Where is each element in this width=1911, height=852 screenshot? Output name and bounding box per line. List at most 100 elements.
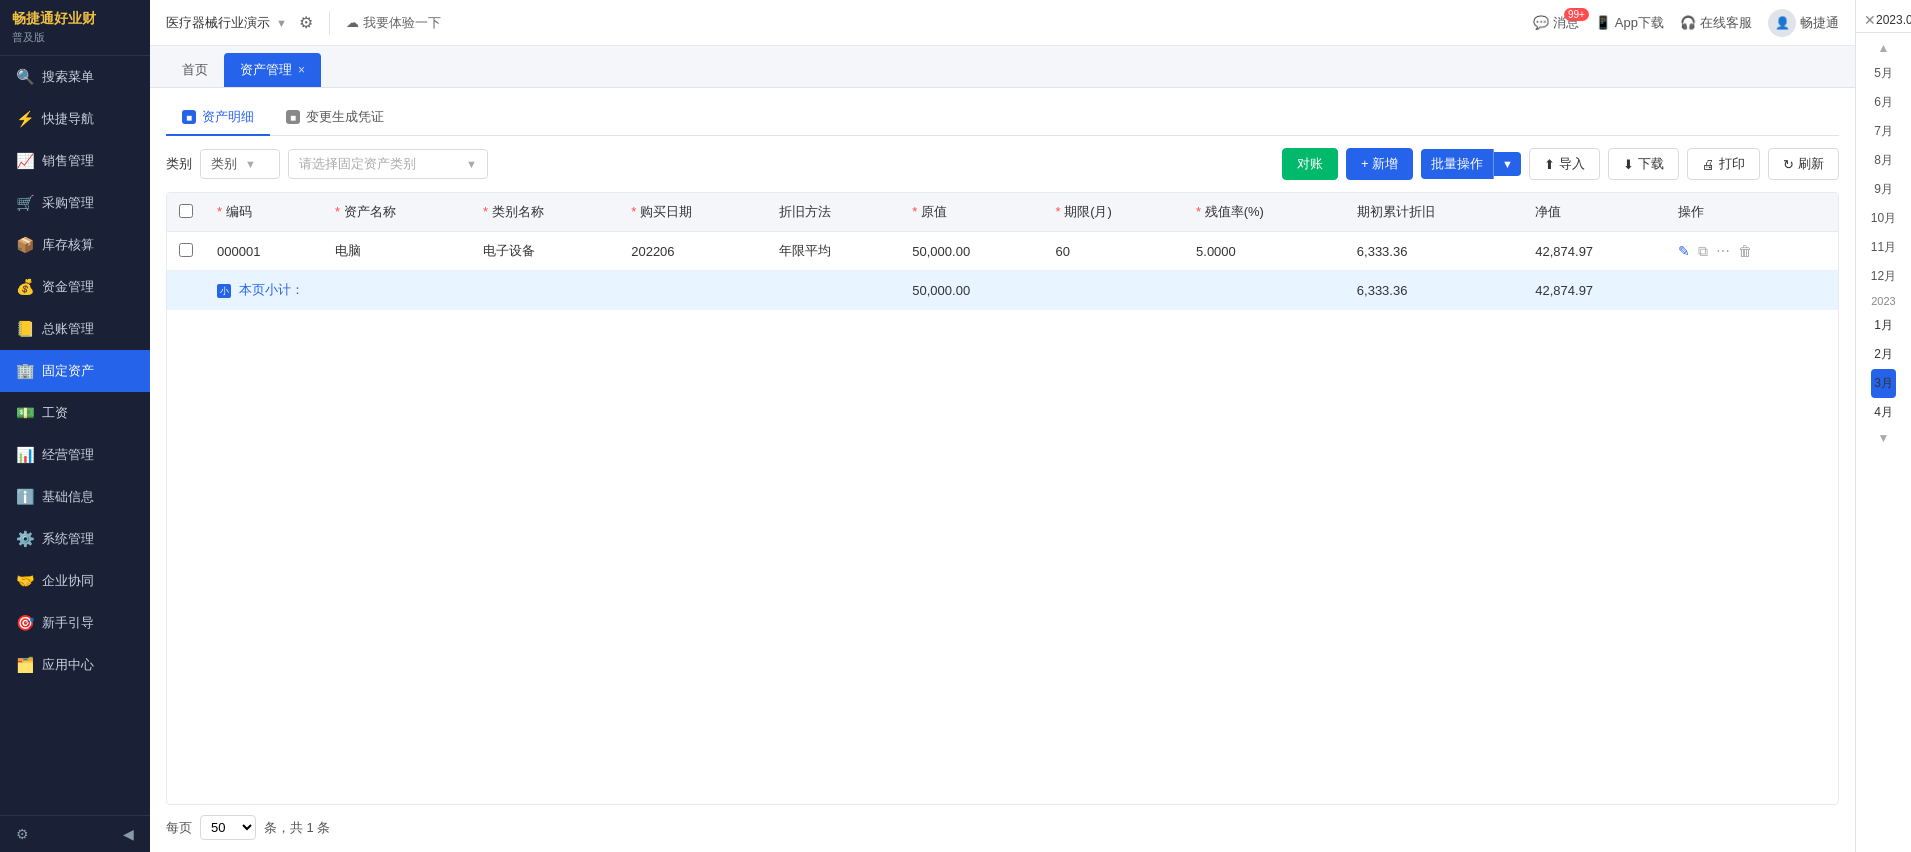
td-subtotal-period bbox=[1043, 271, 1184, 310]
company-selector[interactable]: 医疗器械行业演示 ▼ bbox=[166, 14, 287, 32]
month-item[interactable]: 5月 bbox=[1871, 59, 1896, 88]
sidebar-icon-ledger: 📒 bbox=[16, 320, 34, 338]
month-item[interactable]: 6月 bbox=[1871, 88, 1896, 117]
messages-btn[interactable]: 💬 消息 99+ bbox=[1533, 14, 1579, 32]
sidebar-label-system: 系统管理 bbox=[42, 530, 94, 548]
batch-btn-arrow[interactable]: ▼ bbox=[1494, 152, 1521, 176]
sidebar-item-fixed-assets[interactable]: 🏢固定资产 bbox=[0, 350, 150, 392]
sidebar-item-guide[interactable]: 🎯新手引导 bbox=[0, 602, 150, 644]
app-download-label: App下载 bbox=[1615, 14, 1664, 32]
new-btn[interactable]: + 新增 bbox=[1346, 148, 1413, 180]
reconcile-btn[interactable]: 对账 bbox=[1282, 148, 1338, 180]
sidebar-icon-guide: 🎯 bbox=[16, 614, 34, 632]
month-item[interactable]: 3月 bbox=[1871, 369, 1896, 398]
print-btn[interactable]: 🖨 打印 bbox=[1687, 148, 1760, 180]
experience-btn[interactable]: ☁ 我要体验一下 bbox=[346, 14, 441, 32]
sidebar-item-search[interactable]: 🔍搜索菜单 bbox=[0, 56, 150, 98]
edit-btn[interactable]: ✎ bbox=[1678, 243, 1690, 260]
month-item[interactable]: 8月 bbox=[1871, 146, 1896, 175]
experience-text: 我要体验一下 bbox=[363, 14, 441, 32]
tab-close-icon[interactable]: × bbox=[298, 63, 305, 77]
import-btn[interactable]: ⬆ 导入 bbox=[1529, 148, 1600, 180]
topbar: 医疗器械行业演示 ▼ ⚙ ☁ 我要体验一下 💬 消息 99+ 📱 App下载 🎧… bbox=[150, 0, 1855, 46]
month-item[interactable]: 1月 bbox=[1871, 311, 1896, 340]
sidebar-item-inventory[interactable]: 📦库存核算 bbox=[0, 224, 150, 266]
sidebar-label-enterprise: 企业协同 bbox=[42, 572, 94, 590]
right-panel-close-icon[interactable]: ✕ bbox=[1864, 12, 1876, 28]
settings-gear-icon[interactable]: ⚙ bbox=[299, 13, 313, 32]
subtab-change-voucher[interactable]: ■ 变更生成凭证 bbox=[270, 100, 400, 136]
scroll-up-btn[interactable]: ▲ bbox=[1856, 37, 1911, 59]
sidebar-item-system[interactable]: ⚙️系统管理 bbox=[0, 518, 150, 560]
month-item[interactable]: 11月 bbox=[1871, 233, 1896, 262]
category-select[interactable]: 类别 ▼ bbox=[200, 149, 280, 179]
table-row: 000001 电脑 电子设备 202206 年限平均 50,000.00 60 … bbox=[167, 232, 1838, 271]
scroll-down-btn[interactable]: ▼ bbox=[1856, 427, 1911, 449]
sidebar-item-enterprise[interactable]: 🤝企业协同 bbox=[0, 560, 150, 602]
sidebar-label-fixed-assets: 固定资产 bbox=[42, 362, 94, 380]
company-name: 医疗器械行业演示 bbox=[166, 14, 270, 32]
right-panel-header: ✕ 2023.03 ⤢ bbox=[1856, 8, 1911, 33]
th-checkbox bbox=[167, 193, 205, 232]
month-item[interactable]: 9月 bbox=[1871, 175, 1896, 204]
import-icon: ⬆ bbox=[1544, 157, 1555, 172]
app-logo-title: 畅捷通好业财 bbox=[12, 10, 96, 28]
sidebar-icon-basic-info: ℹ️ bbox=[16, 488, 34, 506]
more-btn[interactable]: ⋯ bbox=[1716, 243, 1730, 260]
tab-home[interactable]: 首页 bbox=[166, 53, 224, 87]
download-btn[interactable]: ⬇ 下载 bbox=[1608, 148, 1679, 180]
subtab-asset-detail[interactable]: ■ 资产明细 bbox=[166, 100, 270, 136]
sidebar-item-quick-nav[interactable]: ⚡快捷导航 bbox=[0, 98, 150, 140]
sidebar-item-basic-info[interactable]: ℹ️基础信息 bbox=[0, 476, 150, 518]
td-subtotal-checkbox bbox=[167, 271, 205, 310]
user-profile-btn[interactable]: 👤 畅捷通 bbox=[1768, 9, 1839, 37]
month-item[interactable]: 7月 bbox=[1871, 117, 1896, 146]
tab-asset-mgmt-label: 资产管理 bbox=[240, 61, 292, 79]
refresh-btn[interactable]: ↻ 刷新 bbox=[1768, 148, 1839, 180]
sidebar-item-operations[interactable]: 📊 经营管理 bbox=[0, 434, 150, 476]
collapse-icon[interactable]: ◀ bbox=[123, 826, 134, 842]
sidebar-item-fund[interactable]: 💰资金管理 bbox=[0, 266, 150, 308]
sidebar-label-inventory: 库存核算 bbox=[42, 236, 94, 254]
td-checkbox bbox=[167, 232, 205, 271]
message-icon: 💬 bbox=[1533, 15, 1549, 30]
sidebar-icon-operations: 📊 bbox=[16, 446, 34, 464]
user-label: 畅捷通 bbox=[1800, 14, 1839, 32]
row-checkbox[interactable] bbox=[179, 243, 193, 257]
sidebar-icon-purchase: 🛒 bbox=[16, 194, 34, 212]
th-net-value: 净值 bbox=[1523, 193, 1666, 232]
settings-icon[interactable]: ⚙ bbox=[16, 826, 29, 842]
th-residual-rate: 残值率(%) bbox=[1184, 193, 1345, 232]
sidebar-item-app-center[interactable]: 🗂️应用中心 bbox=[0, 644, 150, 686]
batch-btn[interactable]: 批量操作 bbox=[1421, 149, 1494, 179]
tabbar: 首页 资产管理 × bbox=[150, 46, 1855, 88]
copy-btn[interactable]: ⧉ bbox=[1698, 243, 1708, 260]
month-item[interactable]: 10月 bbox=[1871, 204, 1896, 233]
td-category: 电子设备 bbox=[471, 232, 619, 271]
td-initial-depreciation: 6,333.36 bbox=[1345, 232, 1523, 271]
sidebar-label-operations: 经营管理 bbox=[42, 446, 94, 464]
month-item[interactable]: 2月 bbox=[1871, 340, 1896, 369]
delete-btn[interactable]: 🗑 bbox=[1738, 243, 1752, 260]
sidebar-item-purchase[interactable]: 🛒采购管理 bbox=[0, 182, 150, 224]
sidebar-item-sales[interactable]: 📈销售管理 bbox=[0, 140, 150, 182]
td-subtotal-residual bbox=[1184, 271, 1345, 310]
sidebar-logo: 畅捷通好业财 普及版 bbox=[0, 0, 150, 56]
month-item[interactable]: 4月 bbox=[1871, 398, 1896, 427]
td-net-value: 42,874.97 bbox=[1523, 232, 1666, 271]
sidebar-item-payroll[interactable]: 💵工资 bbox=[0, 392, 150, 434]
per-page-select[interactable]: 50 100 200 bbox=[200, 815, 256, 840]
select-all-checkbox[interactable] bbox=[179, 204, 193, 218]
td-depreciation-method: 年限平均 bbox=[767, 232, 900, 271]
category-label: 类别 bbox=[166, 155, 192, 173]
right-panel: ✕ 2023.03 ⤢ ▲ 5月6月7月8月9月10月11月12月20231月2… bbox=[1855, 0, 1911, 852]
tab-asset-mgmt[interactable]: 资产管理 × bbox=[224, 53, 321, 87]
sidebar-item-ledger[interactable]: 📒总账管理 bbox=[0, 308, 150, 350]
th-purchase-date: 购买日期 bbox=[619, 193, 767, 232]
category-input[interactable]: 请选择固定资产类别 ▼ bbox=[288, 149, 488, 179]
app-download-btn[interactable]: 📱 App下载 bbox=[1595, 14, 1664, 32]
online-service-btn[interactable]: 🎧 在线客服 bbox=[1680, 14, 1752, 32]
sidebar-label-payroll: 工资 bbox=[42, 404, 68, 422]
month-item[interactable]: 12月 bbox=[1871, 262, 1896, 291]
td-period: 60 bbox=[1043, 232, 1184, 271]
